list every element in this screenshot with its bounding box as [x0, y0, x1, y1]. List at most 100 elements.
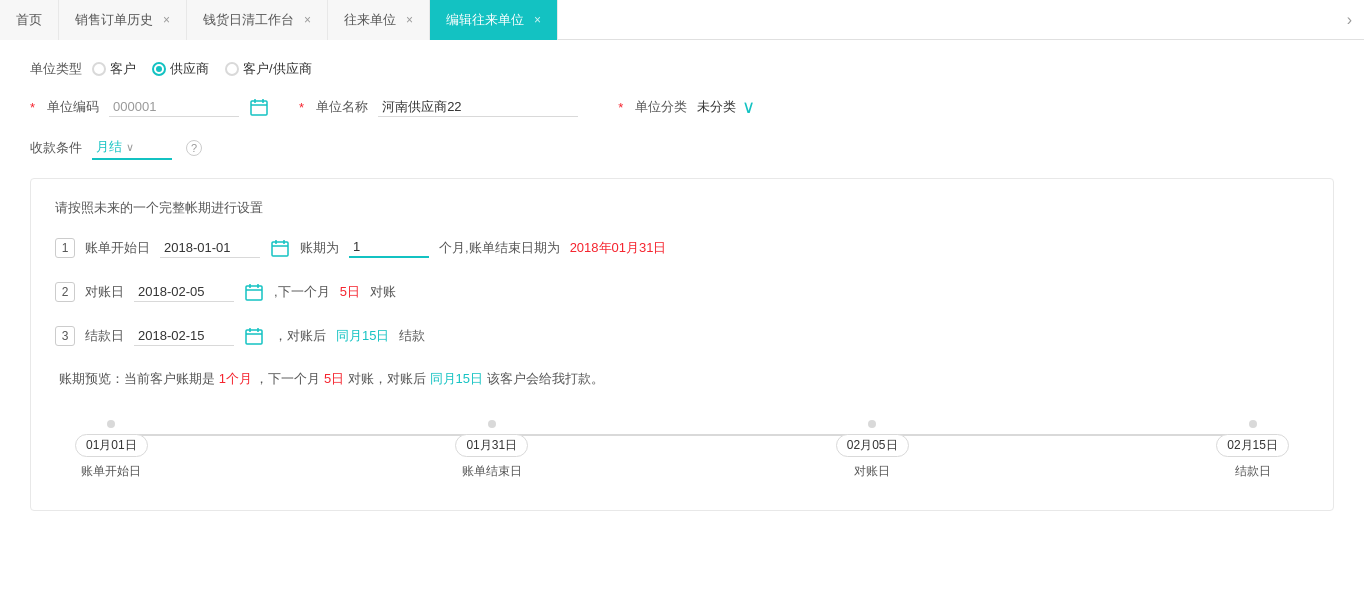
unit-classification-label: 单位分类: [635, 98, 687, 116]
unit-type-label: 单位类型: [30, 60, 82, 78]
timeline-node-3-label: 对账日: [854, 463, 890, 480]
row1-label: 账单开始日: [85, 239, 150, 257]
row3-suffix-post: 结款: [399, 327, 425, 345]
tab-expand-button[interactable]: ›: [1335, 11, 1364, 29]
radio-both-label: 客户/供应商: [243, 60, 312, 78]
row1-end-date: 2018年01月31日: [570, 239, 667, 257]
preview-part1: 1个月: [219, 371, 252, 386]
row1-suffix-post: 个月,账单结束日期为: [439, 239, 560, 257]
unit-name-input[interactable]: [378, 97, 578, 117]
tab-home[interactable]: 首页: [0, 0, 59, 40]
row1-calendar-icon[interactable]: [270, 238, 290, 258]
tab-edit-counterparty[interactable]: 编辑往来单位 ×: [430, 0, 558, 40]
timeline-item-1: 01月01日 账单开始日: [75, 418, 148, 480]
row1-date-input[interactable]: [160, 238, 260, 258]
timeline-dot-4: [1249, 420, 1257, 428]
unit-info-row: * 单位编码 * 单位名称 * 单位分类 未分类 ∨: [30, 96, 1334, 118]
radio-both[interactable]: 客户/供应商: [225, 60, 312, 78]
row3-label: 结款日: [85, 327, 124, 345]
payment-label: 收款条件: [30, 139, 82, 157]
row2-label: 对账日: [85, 283, 124, 301]
tab-edit-counterparty-close[interactable]: ×: [534, 13, 541, 27]
tab-counterparty[interactable]: 往来单位 ×: [328, 0, 430, 40]
row1-period-input[interactable]: [349, 237, 429, 258]
timeline-dot-1: [107, 420, 115, 428]
preview-prefix: 账期预览：当前客户账期是: [59, 371, 215, 386]
row3-date-input[interactable]: [134, 326, 234, 346]
radio-customer-label: 客户: [110, 60, 136, 78]
timeline-node-2: 01月31日: [455, 434, 528, 457]
svg-rect-4: [272, 242, 288, 256]
radio-supplier[interactable]: 供应商: [152, 60, 209, 78]
tab-home-label: 首页: [16, 11, 42, 29]
preview-sep2: 对账，对账后: [348, 371, 426, 386]
timeline-dot-3: [868, 420, 876, 428]
row2-calendar-icon[interactable]: [244, 282, 264, 302]
tab-sales-order-label: 销售订单历史: [75, 11, 153, 29]
preview-part2: 5日: [324, 371, 344, 386]
unit-classification-value: 未分类: [697, 98, 736, 116]
timeline-dot-2: [488, 420, 496, 428]
preview-suffix: 该客户会给我打款。: [487, 371, 604, 386]
row2-suffix-pre: ,下一个月: [274, 283, 330, 301]
radio-customer[interactable]: 客户: [92, 60, 136, 78]
step-2-num: 2: [55, 282, 75, 302]
radio-both-circle: [225, 62, 239, 76]
tab-counterparty-label: 往来单位: [344, 11, 396, 29]
unit-type-row: 单位类型 客户 供应商 客户/供应商: [30, 60, 1334, 78]
payment-help-icon[interactable]: ?: [186, 140, 202, 156]
payment-select[interactable]: 月结 ∨: [92, 136, 172, 160]
timeline-node-4: 02月15日: [1216, 434, 1289, 457]
row2-date-input[interactable]: [134, 282, 234, 302]
setting-row-1: 1 账单开始日 账期为 个月,账单结束日期为 2018年01月31日: [55, 237, 1309, 258]
classification-required-star: *: [618, 100, 623, 115]
preview-sep1: ，下一个月: [255, 371, 320, 386]
unit-code-calendar-icon[interactable]: [249, 97, 269, 117]
period-settings-section: 请按照未来的一个完整帐期进行设置 1 账单开始日 账期为 个月,账单结束日期为 …: [30, 178, 1334, 511]
radio-customer-circle: [92, 62, 106, 76]
row3-calendar-icon[interactable]: [244, 326, 264, 346]
row1-suffix-pre: 账期为: [300, 239, 339, 257]
setting-row-3: 3 结款日 ，对账后 同月15日 结款: [55, 326, 1309, 346]
setting-row-2: 2 对账日 ,下一个月 5日 对账: [55, 282, 1309, 302]
timeline-item-3: 02月05日 对账日: [836, 418, 909, 480]
unit-code-input[interactable]: [109, 97, 239, 117]
payment-value: 月结: [96, 138, 122, 156]
name-required-star: *: [299, 100, 304, 115]
svg-rect-0: [251, 101, 267, 115]
tab-edit-counterparty-label: 编辑往来单位: [446, 11, 524, 29]
timeline-node-1: 01月01日: [75, 434, 148, 457]
tab-cash-ledger-close[interactable]: ×: [304, 13, 311, 27]
preview-part3: 同月15日: [430, 371, 483, 386]
help-icon-text: ?: [191, 142, 197, 154]
step-1-num: 1: [55, 238, 75, 258]
tab-cash-ledger-label: 钱货日清工作台: [203, 11, 294, 29]
tab-sales-order-close[interactable]: ×: [163, 13, 170, 27]
unit-classification-wrapper[interactable]: 未分类 ∨: [697, 96, 755, 118]
radio-supplier-circle: [152, 62, 166, 76]
code-required-star: *: [30, 100, 35, 115]
row2-highlight: 5日: [340, 283, 360, 301]
timeline-container: 01月01日 账单开始日 01月31日 账单结束日 02月05日 对账日: [55, 408, 1309, 490]
svg-rect-8: [246, 286, 262, 300]
tab-counterparty-close[interactable]: ×: [406, 13, 413, 27]
unit-code-label: 单位编码: [47, 98, 99, 116]
svg-rect-12: [246, 330, 262, 344]
timeline-node-1-label: 账单开始日: [81, 463, 141, 480]
section-instruction: 请按照未来的一个完整帐期进行设置: [55, 199, 1309, 217]
timeline-node-2-label: 账单结束日: [462, 463, 522, 480]
row3-highlight: 同月15日: [336, 327, 389, 345]
tab-bar: 首页 销售订单历史 × 钱货日清工作台 × 往来单位 × 编辑往来单位 × ›: [0, 0, 1364, 40]
timeline-items: 01月01日 账单开始日 01月31日 账单结束日 02月05日 对账日: [75, 418, 1289, 480]
classification-dropdown-arrow[interactable]: ∨: [742, 96, 755, 118]
unit-name-label: 单位名称: [316, 98, 368, 116]
tab-sales-order[interactable]: 销售订单历史 ×: [59, 0, 187, 40]
payment-select-arrow: ∨: [126, 141, 134, 154]
timeline-node-4-label: 结款日: [1235, 463, 1271, 480]
unit-type-radio-group: 客户 供应商 客户/供应商: [92, 60, 312, 78]
preview-text: 账期预览：当前客户账期是 1个月 ，下一个月 5日 对账，对账后 同月15日 该…: [55, 370, 1309, 388]
timeline-item-2: 01月31日 账单结束日: [455, 418, 528, 480]
tab-cash-ledger[interactable]: 钱货日清工作台 ×: [187, 0, 328, 40]
timeline-item-4: 02月15日 结款日: [1216, 418, 1289, 480]
row2-suffix-post: 对账: [370, 283, 396, 301]
